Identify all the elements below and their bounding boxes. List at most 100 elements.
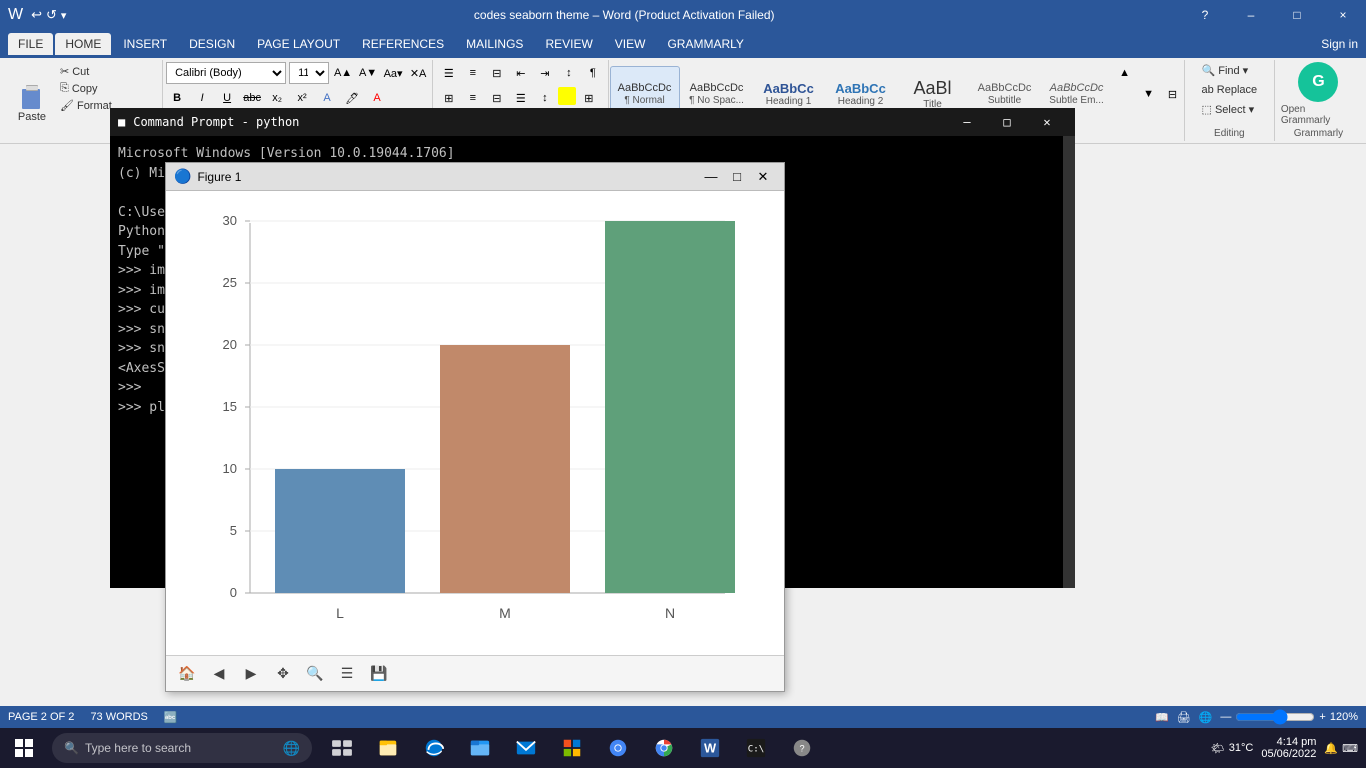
time-label: 4:14 pm: [1277, 736, 1317, 748]
paste-label: Paste: [18, 111, 46, 123]
cmd-close-btn[interactable]: ✕: [1027, 108, 1067, 136]
start-button[interactable]: [0, 728, 48, 768]
font-color-btn[interactable]: A: [366, 87, 388, 109]
sign-in-btn[interactable]: Sign in: [1321, 37, 1358, 51]
tab-page-layout[interactable]: PAGE LAYOUT: [247, 33, 350, 55]
word-minimize-btn[interactable]: –: [1228, 0, 1274, 30]
select-button[interactable]: ⬚ Select ▾: [1198, 101, 1262, 118]
numbering-btn[interactable]: ≡: [462, 62, 484, 84]
figure-minimize-btn[interactable]: —: [698, 164, 724, 190]
italic-btn[interactable]: I: [191, 87, 213, 109]
strikethrough-btn[interactable]: abc: [241, 87, 263, 109]
superscript-btn[interactable]: x²: [291, 87, 313, 109]
tab-grammarly[interactable]: GRAMMARLY: [657, 33, 753, 55]
view-print-btn[interactable]: 🖨: [1177, 711, 1191, 724]
zoom-slider[interactable]: [1235, 709, 1315, 725]
decrease-indent-btn[interactable]: ⇤: [510, 62, 532, 84]
word-help-btn[interactable]: ?: [1182, 0, 1228, 30]
format-painter-button[interactable]: 🖌 Format: [56, 98, 116, 113]
shading-btn[interactable]: [558, 87, 576, 105]
undo-btn[interactable]: ↩: [31, 7, 42, 23]
align-left-btn[interactable]: ⊞: [438, 87, 460, 109]
figure-move-btn[interactable]: ✥: [268, 660, 298, 688]
increase-indent-btn[interactable]: ⇥: [534, 62, 556, 84]
taskbar-files[interactable]: [458, 728, 502, 768]
word-close-btn[interactable]: ×: [1320, 0, 1366, 30]
taskbar-edge[interactable]: [412, 728, 456, 768]
replace-button[interactable]: ab Replace: [1198, 82, 1262, 98]
align-center-btn[interactable]: ≡: [462, 87, 484, 109]
tab-review[interactable]: REVIEW: [535, 33, 602, 55]
taskbar-chrome[interactable]: [642, 728, 686, 768]
tab-file[interactable]: FILE: [8, 33, 53, 55]
subscript-btn[interactable]: x₂: [266, 87, 288, 109]
cmd-minimize-btn[interactable]: —: [947, 108, 987, 136]
view-read-btn[interactable]: 📖: [1155, 711, 1169, 724]
store-icon: [561, 737, 583, 759]
taskbar-unknown[interactable]: ?: [780, 728, 824, 768]
bullets-btn[interactable]: ☰: [438, 62, 460, 84]
cmd-scrollbar[interactable]: [1063, 136, 1075, 588]
change-case-btn[interactable]: Aa▾: [382, 62, 404, 84]
view-web-btn[interactable]: 🌐: [1199, 711, 1213, 724]
text-highlight-btn[interactable]: 🖊: [341, 87, 363, 109]
cmd-restore-btn[interactable]: □: [987, 108, 1027, 136]
figure-home-btn[interactable]: 🏠: [172, 660, 202, 688]
notification-icon[interactable]: 🔔: [1324, 742, 1338, 755]
justify-btn[interactable]: ☰: [510, 87, 532, 109]
taskview-btn[interactable]: [320, 728, 364, 768]
styles-scroll-up[interactable]: ▲: [1114, 62, 1136, 84]
figure-forward-btn[interactable]: ▶: [236, 660, 266, 688]
taskbar-mail[interactable]: [504, 728, 548, 768]
figure-settings-btn[interactable]: ☰: [332, 660, 362, 688]
clock[interactable]: 4:14 pm 05/06/2022: [1261, 736, 1316, 760]
multilevel-btn[interactable]: ⊟: [486, 62, 508, 84]
tab-mailings[interactable]: MAILINGS: [456, 33, 533, 55]
redo-btn[interactable]: ↺: [46, 7, 57, 23]
tab-home[interactable]: HOME: [55, 33, 111, 55]
align-right-btn[interactable]: ⊟: [486, 87, 508, 109]
taskbar-store[interactable]: [550, 728, 594, 768]
find-button[interactable]: 🔍 Find ▾: [1198, 62, 1262, 79]
taskbar-chromalt[interactable]: [596, 728, 640, 768]
figure-save-btn[interactable]: 💾: [364, 660, 394, 688]
taskbar-cmd[interactable]: C:\: [734, 728, 778, 768]
open-grammarly-btn[interactable]: Open Grammarly: [1281, 104, 1356, 126]
tab-references[interactable]: REFERENCES: [352, 33, 454, 55]
grammarly-btn[interactable]: G: [1298, 62, 1338, 102]
styles-more[interactable]: ⊟: [1162, 83, 1184, 105]
line-spacing-btn[interactable]: ↕: [534, 87, 556, 109]
underline-btn[interactable]: U: [216, 87, 238, 109]
clear-format-btn[interactable]: ✕A: [407, 62, 429, 84]
word-restore-btn[interactable]: □: [1274, 0, 1320, 30]
taskbar-search[interactable]: 🔍 Type here to search 🌐: [52, 733, 312, 763]
borders-btn[interactable]: ⊞: [578, 87, 600, 109]
font-grow-btn[interactable]: A▲: [332, 62, 354, 84]
text-effects-btn[interactable]: A: [316, 87, 338, 109]
tab-view[interactable]: VIEW: [605, 33, 656, 55]
font-family-select[interactable]: Calibri (Body): [166, 62, 286, 84]
show-marks-btn[interactable]: ¶: [582, 62, 604, 84]
zoom-in-btn[interactable]: +: [1319, 711, 1325, 723]
font-size-select[interactable]: 11: [289, 62, 329, 84]
paste-button[interactable]: Paste: [10, 62, 54, 139]
figure-close-btn[interactable]: ✕: [750, 164, 776, 190]
figure-back-btn[interactable]: ◀: [204, 660, 234, 688]
unknown-icon: ?: [791, 737, 813, 759]
styles-scroll-down[interactable]: ▼: [1138, 83, 1160, 105]
style-normal-preview: AaBbCcDc: [618, 82, 672, 95]
bold-btn[interactable]: B: [166, 87, 188, 109]
sort-btn[interactable]: ↕: [558, 62, 580, 84]
figure-zoom-btn[interactable]: 🔍: [300, 660, 330, 688]
svg-text:?: ?: [799, 744, 804, 754]
figure-icon: 🔵: [174, 168, 191, 185]
taskbar-word[interactable]: W: [688, 728, 732, 768]
tab-design[interactable]: DESIGN: [179, 33, 245, 55]
zoom-out-btn[interactable]: —: [1220, 711, 1231, 723]
taskbar-explorer[interactable]: [366, 728, 410, 768]
tab-insert[interactable]: INSERT: [113, 33, 177, 55]
figure-restore-btn[interactable]: □: [724, 164, 750, 190]
cut-button[interactable]: ✂ Cut: [56, 64, 116, 79]
copy-button[interactable]: ⎘ Copy: [56, 81, 116, 96]
font-shrink-btn[interactable]: A▼: [357, 62, 379, 84]
